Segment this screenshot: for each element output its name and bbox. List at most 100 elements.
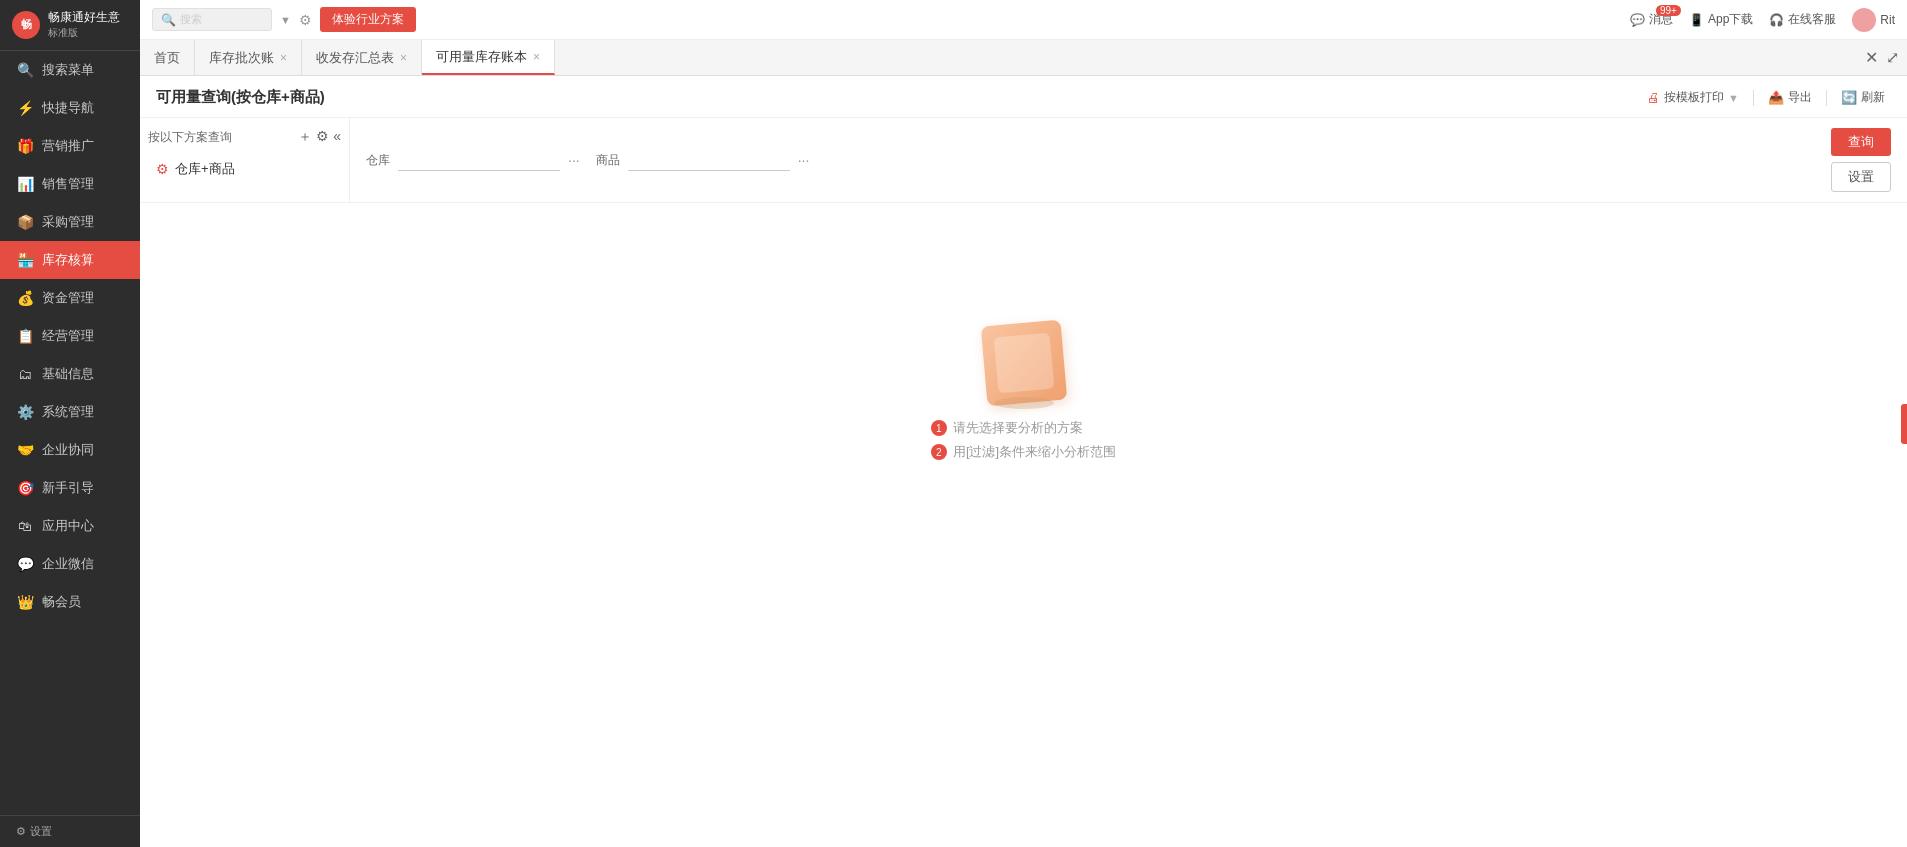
tab-batch-close[interactable]: ×: [280, 51, 287, 65]
dropdown-chevron-icon[interactable]: ▼: [280, 14, 291, 26]
sidebar-item-finance[interactable]: 💰 资金管理: [0, 279, 140, 317]
search-icon: 🔍: [16, 62, 34, 78]
service-label: 在线客服: [1788, 11, 1836, 28]
vip-icon: 👑: [16, 594, 34, 610]
add-scheme-button[interactable]: ＋: [298, 128, 312, 146]
headset-icon: 🎧: [1769, 13, 1784, 27]
sidebar-item-purchase[interactable]: 📦 采购管理: [0, 203, 140, 241]
sidebar-item-enterprise[interactable]: 🤝 企业协同: [0, 431, 140, 469]
scheme-icon: ⚙: [156, 161, 169, 177]
filter-scheme-panel: 按以下方案查询 ＋ ⚙ « ⚙ 仓库+商品: [140, 118, 350, 202]
messages-icon-item[interactable]: 💬 消息 99+: [1630, 11, 1673, 28]
scheme-item-warehouse-product[interactable]: ⚙ 仓库+商品: [148, 154, 341, 184]
filter-field-warehouse: 仓库 ···: [366, 150, 580, 171]
hint-1-text: 请先选择要分析的方案: [953, 419, 1083, 437]
divider2: [1826, 90, 1827, 106]
inventory-icon: 🏪: [16, 252, 34, 268]
warehouse-label: 仓库: [366, 152, 390, 169]
appstore-icon: 🛍: [16, 518, 34, 534]
sidebar-item-marketing[interactable]: 🎁 营销推广: [0, 127, 140, 165]
query-button[interactable]: 查询: [1831, 128, 1891, 156]
sidebar: 畅 畅康通好生意 标准版 🔍 搜索菜单 ⚡ 快捷导航 🎁 营销推广 📊 销售管理…: [0, 0, 140, 847]
user-menu[interactable]: Rit: [1852, 8, 1895, 32]
sidebar-item-inventory[interactable]: 🏪 库存核算: [0, 241, 140, 279]
sidebar-subtitle: 标准版: [48, 26, 120, 40]
empty-hints: 1 请先选择要分析的方案 2 用[过滤]条件来缩小分析范围: [931, 419, 1116, 461]
newbie-icon: 🎯: [16, 480, 34, 496]
search-placeholder: 搜索: [180, 12, 202, 27]
settings-button[interactable]: 设置: [1831, 162, 1891, 192]
purchase-icon: 📦: [16, 214, 34, 230]
sidebar-item-label-business: 经营管理: [42, 327, 94, 345]
tab-home-label: 首页: [154, 49, 180, 67]
page-header: 可用量查询(按仓库+商品) 🖨 按模板打印 ▼ 📤 导出 🔄 刷新: [140, 76, 1907, 118]
avatar: [1852, 8, 1876, 32]
scheme-actions: ＋ ⚙ «: [298, 128, 341, 146]
tab-home[interactable]: 首页: [140, 40, 195, 75]
industry-solution-button[interactable]: 体验行业方案: [320, 7, 416, 32]
product-label: 商品: [596, 152, 620, 169]
sidebar-item-shortcuts[interactable]: ⚡ 快捷导航: [0, 89, 140, 127]
app-download-item[interactable]: 📱 App下载: [1689, 11, 1753, 28]
shortcuts-icon: ⚡: [16, 100, 34, 116]
username: Rit: [1880, 13, 1895, 27]
product-more-icon[interactable]: ···: [798, 152, 810, 168]
sidebar-item-label-shortcuts: 快捷导航: [42, 99, 94, 117]
refresh-label: 刷新: [1861, 89, 1885, 106]
sidebar-item-sales[interactable]: 📊 销售管理: [0, 165, 140, 203]
tab-summary-close[interactable]: ×: [400, 51, 407, 65]
empty-state: 1 请先选择要分析的方案 2 用[过滤]条件来缩小分析范围: [140, 203, 1907, 541]
empty-hint-1: 1 请先选择要分析的方案: [931, 419, 1116, 437]
sidebar-logo: 畅: [12, 11, 40, 39]
sidebar-item-label-wechat: 企业微信: [42, 555, 94, 573]
sidebar-item-label-appstore: 应用中心: [42, 517, 94, 535]
tab-available-label: 可用量库存账本: [436, 48, 527, 66]
sidebar-item-vip[interactable]: 👑 畅会员: [0, 583, 140, 621]
sidebar-item-basic[interactable]: 🗂 基础信息: [0, 355, 140, 393]
empty-shadow: [994, 397, 1054, 409]
gear-icon[interactable]: ⚙: [299, 12, 312, 28]
filter-scheme-header: 按以下方案查询 ＋ ⚙ «: [148, 128, 341, 146]
warehouse-more-icon[interactable]: ···: [568, 152, 580, 168]
sidebar-item-wechat[interactable]: 💬 企业微信: [0, 545, 140, 583]
filter-inputs: 仓库 ··· 商品 ···: [350, 118, 1815, 202]
sidebar-footer: ⚙ 设置: [0, 815, 140, 847]
system-icon: ⚙️: [16, 404, 34, 420]
sidebar-item-newbie[interactable]: 🎯 新手引导: [0, 469, 140, 507]
refresh-icon: 🔄: [1841, 90, 1857, 105]
close-tab-button[interactable]: ✕: [1865, 48, 1878, 67]
online-service-item[interactable]: 🎧 在线客服: [1769, 11, 1836, 28]
divider: [1753, 90, 1754, 106]
topbar-search-box[interactable]: 🔍 搜索: [152, 8, 272, 31]
sidebar-item-label-enterprise: 企业协同: [42, 441, 94, 459]
sidebar-nav: 🔍 搜索菜单 ⚡ 快捷导航 🎁 营销推广 📊 销售管理 📦 采购管理 🏪 库存核…: [0, 51, 140, 815]
sidebar-item-business[interactable]: 📋 经营管理: [0, 317, 140, 355]
tab-available[interactable]: 可用量库存账本 ×: [422, 40, 555, 75]
finance-icon: 💰: [16, 290, 34, 306]
print-chevron-icon: ▼: [1728, 92, 1739, 104]
print-button[interactable]: 🖨 按模板打印 ▼: [1641, 86, 1745, 109]
tabbar: 首页 库存批次账 × 收发存汇总表 × 可用量库存账本 × ✕ ⤢: [140, 40, 1907, 76]
tab-available-close[interactable]: ×: [533, 50, 540, 64]
product-input[interactable]: [628, 150, 790, 171]
export-button[interactable]: 📤 导出: [1762, 86, 1818, 109]
maximize-button[interactable]: ⤢: [1886, 48, 1899, 67]
hint-2-text: 用[过滤]条件来缩小分析范围: [953, 443, 1116, 461]
sidebar-item-system[interactable]: ⚙️ 系统管理: [0, 393, 140, 431]
scroll-handle: [1901, 404, 1907, 444]
collapse-button[interactable]: «: [333, 128, 341, 146]
edit-scheme-button[interactable]: ⚙: [316, 128, 329, 146]
print-label: 按模板打印: [1664, 89, 1724, 106]
tab-batch[interactable]: 库存批次账 ×: [195, 40, 302, 75]
scheme-label: 仓库+商品: [175, 160, 235, 178]
sidebar-item-appstore[interactable]: 🛍 应用中心: [0, 507, 140, 545]
sidebar-item-label-basic: 基础信息: [42, 365, 94, 383]
empty-hint-2: 2 用[过滤]条件来缩小分析范围: [931, 443, 1116, 461]
sidebar-item-label-finance: 资金管理: [42, 289, 94, 307]
refresh-button[interactable]: 🔄 刷新: [1835, 86, 1891, 109]
warehouse-input[interactable]: [398, 150, 560, 171]
empty-illustration: [964, 283, 1084, 403]
messages-badge: 99+: [1656, 5, 1681, 16]
tab-summary[interactable]: 收发存汇总表 ×: [302, 40, 422, 75]
sidebar-item-search[interactable]: 🔍 搜索菜单: [0, 51, 140, 89]
